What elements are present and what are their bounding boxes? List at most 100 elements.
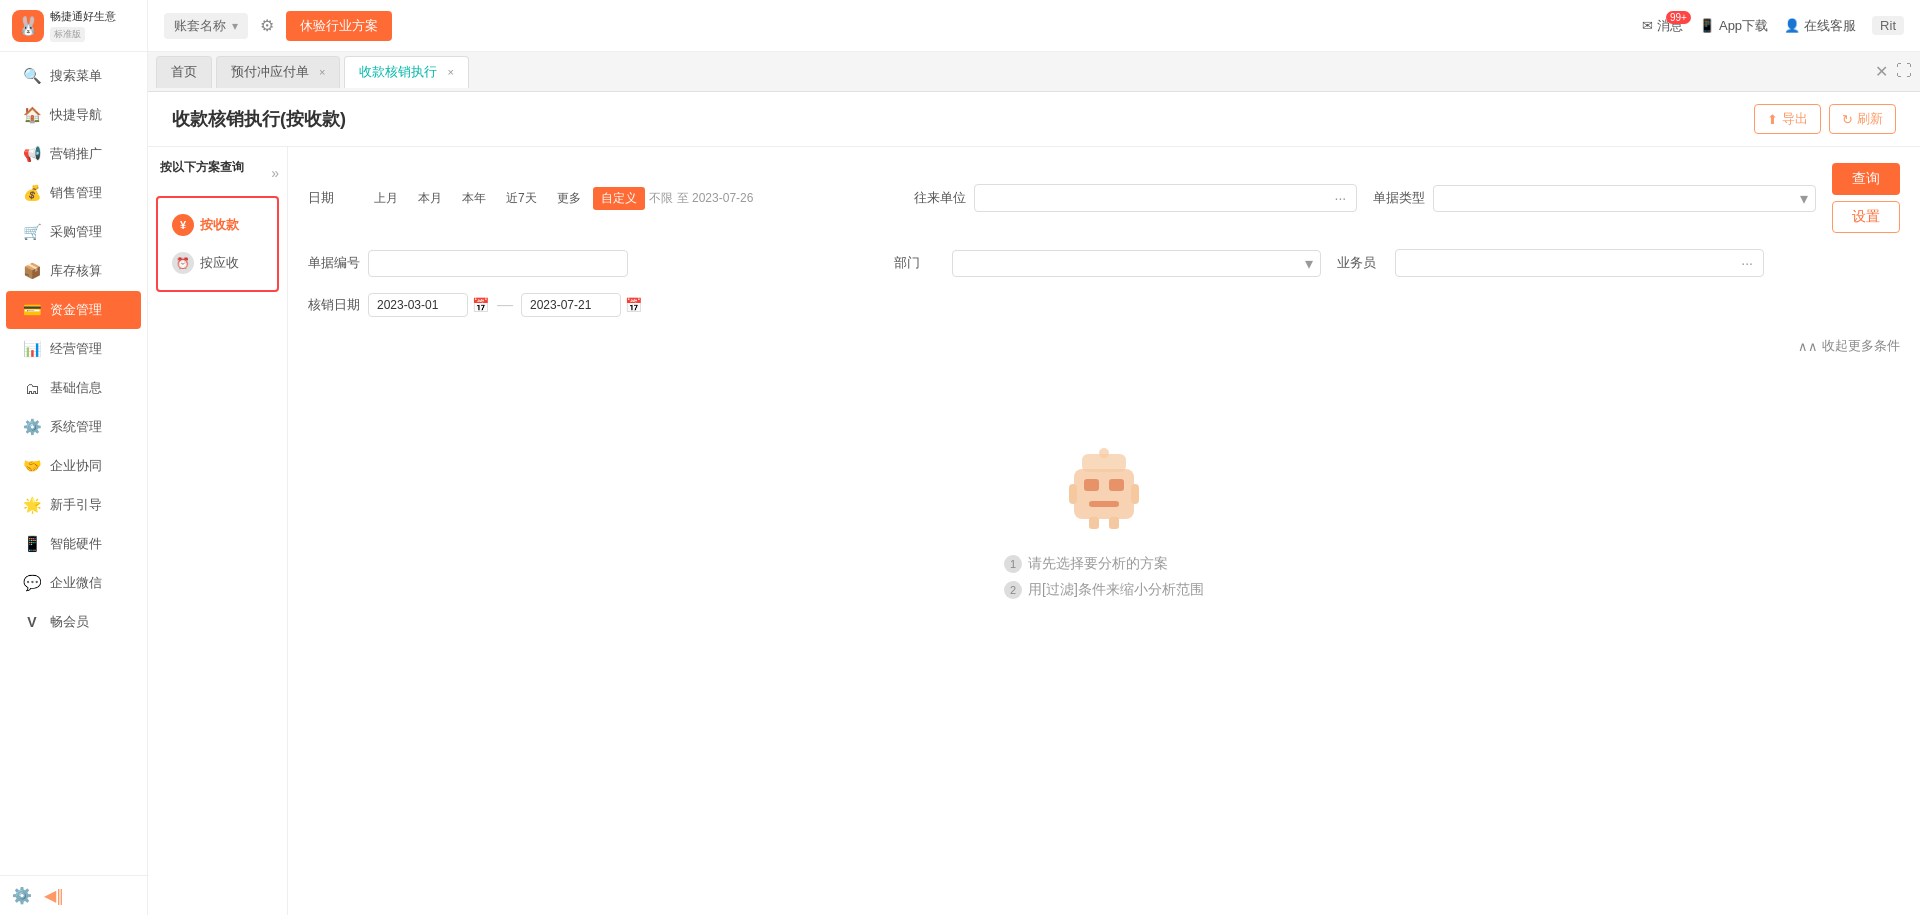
date-7days-btn[interactable]: 近7天	[498, 187, 545, 210]
setting-button[interactable]: 设置	[1832, 201, 1900, 233]
smart-icon: 📱	[22, 535, 42, 553]
home-tab-label: 首页	[171, 63, 197, 81]
filter-receipt-label: 按收款	[200, 216, 239, 234]
filter-by-receivable[interactable]: ⏰ 按应收	[166, 244, 269, 282]
header-right-actions: ✉ 消息 99+ 📱 App下载 👤 在线客服 Rit	[1642, 16, 1904, 35]
main-content: 账套名称 ▾ ⚙ 休验行业方案 ✉ 消息 99+ 📱 App下载 👤 在线客服 …	[148, 0, 1920, 915]
top-header: 账套名称 ▾ ⚙ 休验行业方案 ✉ 消息 99+ 📱 App下载 👤 在线客服 …	[148, 0, 1920, 52]
close-icon[interactable]: ×	[447, 66, 453, 78]
user-avatar[interactable]: Rit	[1872, 16, 1904, 35]
calendar-icon[interactable]: 📅	[472, 297, 489, 313]
filter-receivable-label: 按应收	[200, 254, 239, 272]
query-button[interactable]: 查询	[1832, 163, 1900, 195]
app-download-button[interactable]: 📱 App下载	[1699, 17, 1768, 35]
sidebar-item-corp-collab[interactable]: 🤝 企业协同	[6, 447, 141, 485]
sidebar-item-smart-hw[interactable]: 📱 智能硬件	[6, 525, 141, 563]
sidebar-item-label: 库存核算	[50, 262, 102, 280]
search-form: 日期 上月 本月 本年 近7天 更多 自定义 不限 至 2023-07-26	[308, 163, 1900, 679]
sidebar-item-ops[interactable]: 📊 经营管理	[6, 330, 141, 368]
sidebar-item-label: 系统管理	[50, 418, 102, 436]
search-area: 日期 上月 本月 本年 近7天 更多 自定义 不限 至 2023-07-26	[288, 147, 1920, 915]
sidebar-item-marketing[interactable]: 📢 营销推广	[6, 135, 141, 173]
sidebar-item-purchase[interactable]: 🛒 采购管理	[6, 213, 141, 251]
industry-solution-button[interactable]: 休验行业方案	[286, 11, 392, 41]
empty-tips: 1 请先选择要分析的方案 2 用[过滤]条件来缩小分析范围	[1004, 555, 1204, 599]
doc-number-input[interactable]	[368, 250, 628, 277]
sidebar: 🐰 畅捷通好生意 标准版 🔍 搜索菜单 🏠 快捷导航 📢 营销推广 💰 销售管理…	[0, 0, 148, 915]
doc-type-select-wrapper: ▾	[1433, 185, 1816, 212]
export-button[interactable]: ⬆ 导出	[1754, 104, 1821, 134]
empty-state: 1 请先选择要分析的方案 2 用[过滤]条件来缩小分析范围	[308, 359, 1900, 679]
sidebar-item-quick-nav[interactable]: 🏠 快捷导航	[6, 96, 141, 134]
verify-date-label: 核销日期	[308, 296, 360, 314]
staff-input-group[interactable]: ···	[1395, 249, 1764, 277]
empty-tip-2: 2 用[过滤]条件来缩小分析范围	[1004, 581, 1204, 599]
account-selector[interactable]: 账套名称 ▾	[164, 13, 248, 39]
tip-text-2: 用[过滤]条件来缩小分析范围	[1028, 581, 1204, 599]
message-badge: 99+	[1666, 11, 1691, 24]
sys-icon: ⚙️	[22, 418, 42, 436]
date-custom-btn[interactable]: 自定义	[593, 187, 645, 210]
sidebar-item-search-menu[interactable]: 🔍 搜索菜单	[6, 57, 141, 95]
staff-input[interactable]	[1406, 256, 1738, 271]
settings-icon[interactable]: ⚙️	[12, 886, 32, 905]
sidebar-item-label: 采购管理	[50, 223, 102, 241]
date-this-year-btn[interactable]: 本年	[454, 187, 494, 210]
tab-home[interactable]: 首页	[156, 56, 212, 88]
doc-type-select[interactable]	[1433, 185, 1816, 212]
department-label: 部门	[894, 254, 944, 272]
sidebar-item-label: 智能硬件	[50, 535, 102, 553]
svg-rect-4	[1069, 484, 1077, 504]
verify-date-start-input[interactable]	[368, 293, 468, 317]
sidebar-item-guide[interactable]: 🌟 新手引导	[6, 486, 141, 524]
page-actions: ⬆ 导出 ↻ 刷新	[1754, 104, 1896, 134]
counterpart-input-group[interactable]: ···	[974, 184, 1357, 212]
date-label: 日期	[308, 189, 358, 207]
sidebar-item-label: 畅会员	[50, 613, 89, 631]
app-download-label: App下载	[1719, 17, 1768, 35]
sales-icon: 💰	[22, 184, 42, 202]
refresh-button[interactable]: ↻ 刷新	[1829, 104, 1896, 134]
svg-point-9	[1099, 448, 1109, 458]
counterpart-label: 往来单位	[914, 189, 966, 207]
staff-label: 业务员	[1337, 254, 1387, 272]
collapse-more-btn[interactable]: ∧∧ 收起更多条件	[308, 333, 1900, 359]
inventory-icon: 📦	[22, 262, 42, 280]
sidebar-item-inventory[interactable]: 📦 库存核算	[6, 252, 141, 290]
maximize-icon[interactable]: ⛶	[1896, 62, 1912, 81]
department-select[interactable]	[952, 250, 1321, 277]
sidebar-item-vip[interactable]: V 畅会员	[6, 603, 141, 641]
search-menu-icon: 🔍	[22, 67, 42, 85]
prepay-tab-label: 预付冲应付单	[231, 63, 309, 81]
sidebar-item-basic[interactable]: 🗂 基础信息	[6, 369, 141, 407]
counterpart-input[interactable]	[985, 191, 1330, 206]
guide-icon: 🌟	[22, 496, 42, 514]
online-service-button[interactable]: 👤 在线客服	[1784, 17, 1856, 35]
date-more-btn[interactable]: 更多	[549, 187, 589, 210]
fund-icon: 💳	[22, 301, 42, 319]
sidebar-item-corp-wechat[interactable]: 💬 企业微信	[6, 564, 141, 602]
sidebar-collapse-button[interactable]: ◀‖	[44, 886, 64, 905]
verify-date-end-input[interactable]	[521, 293, 621, 317]
date-last-month-btn[interactable]: 上月	[366, 187, 406, 210]
doc-number-field: 单据编号	[308, 250, 878, 277]
sidebar-item-label: 销售管理	[50, 184, 102, 202]
settings-icon[interactable]: ⚙	[260, 16, 274, 35]
refresh-icon: ↻	[1842, 112, 1853, 127]
sidebar-item-fund[interactable]: 💳 资金管理	[6, 291, 141, 329]
sidebar-item-sys[interactable]: ⚙️ 系统管理	[6, 408, 141, 446]
collapse-filter-icon[interactable]: »	[271, 165, 279, 181]
tab-prepay-offset[interactable]: 预付冲应付单 ×	[216, 56, 340, 88]
sidebar-item-label: 企业微信	[50, 574, 102, 592]
home-icon: 🏠	[22, 106, 42, 124]
staff-dots-icon[interactable]: ···	[1741, 255, 1753, 271]
counterpart-dots-icon[interactable]: ···	[1335, 190, 1347, 206]
date-this-month-btn[interactable]: 本月	[410, 187, 450, 210]
filter-by-receipt[interactable]: ¥ 按收款	[166, 206, 269, 244]
sidebar-item-sales[interactable]: 💰 销售管理	[6, 174, 141, 212]
message-button[interactable]: ✉ 消息 99+	[1642, 17, 1683, 35]
close-icon[interactable]: ×	[319, 66, 325, 78]
tab-receipt-verification[interactable]: 收款核销执行 ×	[344, 56, 468, 88]
close-window-icon[interactable]: ✕	[1875, 62, 1888, 81]
calendar-icon[interactable]: 📅	[625, 297, 642, 313]
